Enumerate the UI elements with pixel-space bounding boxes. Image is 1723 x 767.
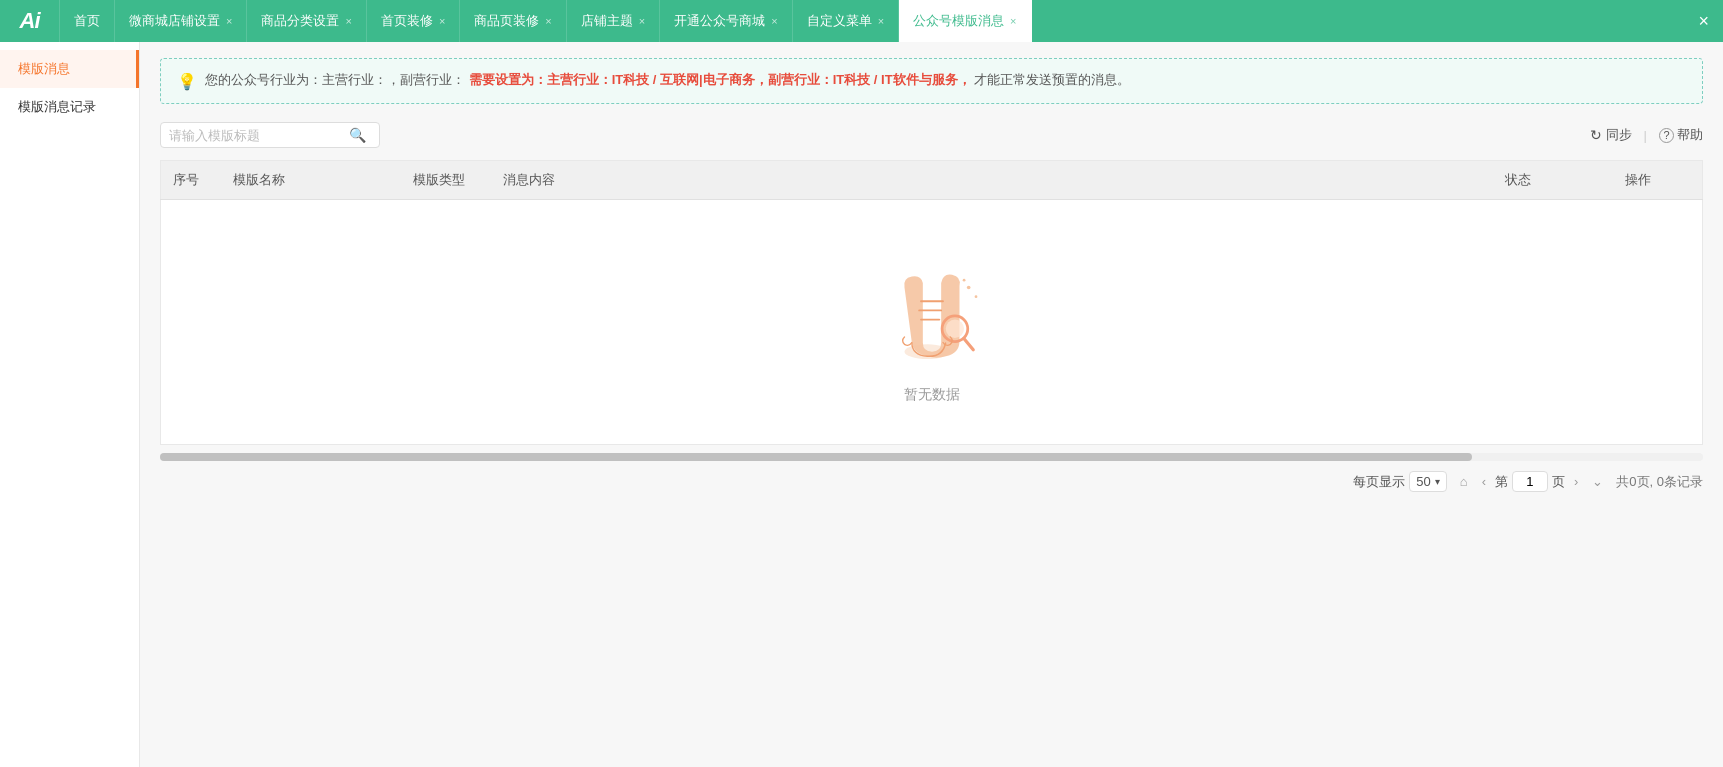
- tab-close-icon[interactable]: ×: [878, 15, 884, 27]
- notice-box: 💡 您的公众号行业为：主营行业：，副营行业： 需要设置为：主营行业：IT科技 /…: [160, 58, 1703, 104]
- notice-icon: 💡: [177, 72, 197, 91]
- search-actions: ↻ 同步 | ? 帮助: [1590, 126, 1703, 144]
- topbar: Ai 首页微商城店铺设置×商品分类设置×首页装修×商品页装修×店铺主题×开通公众…: [0, 0, 1723, 42]
- window-close-button[interactable]: ×: [1684, 0, 1723, 42]
- tab-label: 微商城店铺设置: [129, 12, 220, 30]
- tab-close-icon[interactable]: ×: [226, 15, 232, 27]
- topbar-tab-6[interactable]: 开通公众号商城 ×: [660, 0, 792, 42]
- tab-label: 自定义菜单: [807, 12, 872, 30]
- page-label-pre: 第: [1495, 473, 1508, 491]
- topbar-tab-2[interactable]: 商品分类设置 ×: [247, 0, 366, 42]
- notice-suffix: 才能正常发送预置的消息。: [974, 72, 1130, 87]
- col-header-content: 消息内容: [491, 161, 1493, 200]
- col-header-seq: 序号: [161, 161, 221, 200]
- topbar-tab-5[interactable]: 店铺主题 ×: [567, 0, 660, 42]
- sync-button[interactable]: ↻ 同步: [1590, 126, 1632, 144]
- sidebar-menu: 模版消息模版消息记录: [0, 50, 139, 126]
- svg-point-8: [974, 295, 977, 298]
- tab-label: 商品页装修: [474, 12, 539, 30]
- next-page-button[interactable]: ›: [1569, 472, 1583, 491]
- page-size-value: 50: [1416, 474, 1430, 489]
- tab-label: 开通公众号商城: [674, 12, 765, 30]
- notice-highlight: 需要设置为：主营行业：IT科技 / 互联网|电子商务，副营行业：IT科技 / I…: [469, 72, 971, 87]
- content-area: 💡 您的公众号行业为：主营行业：，副营行业： 需要设置为：主营行业：IT科技 /…: [140, 42, 1723, 767]
- tab-label: 店铺主题: [581, 12, 633, 30]
- horizontal-scrollbar[interactable]: [160, 453, 1703, 461]
- tab-close-icon[interactable]: ×: [545, 15, 551, 27]
- page-size-label: 每页显示: [1353, 473, 1405, 491]
- tab-close-icon[interactable]: ×: [345, 15, 351, 27]
- col-header-type: 模版类型: [401, 161, 491, 200]
- tab-label: 首页装修: [381, 12, 433, 30]
- search-input-wrap[interactable]: 🔍: [160, 122, 380, 148]
- empty-illustration: [877, 260, 987, 370]
- svg-point-9: [962, 279, 965, 282]
- last-page-button[interactable]: ⌄: [1587, 472, 1608, 491]
- empty-state-row: 暂无数据: [161, 200, 1703, 445]
- page-size-dropdown[interactable]: 50 ▾: [1409, 471, 1446, 492]
- topbar-tab-8[interactable]: 公众号模版消息 ×: [899, 0, 1031, 42]
- help-button[interactable]: ? 帮助: [1659, 126, 1703, 144]
- first-page-button[interactable]: ⌂: [1455, 472, 1473, 491]
- tab-close-icon[interactable]: ×: [639, 15, 645, 27]
- sidebar: 模版消息模版消息记录: [0, 42, 140, 767]
- topbar-tab-1[interactable]: 微商城店铺设置 ×: [115, 0, 247, 42]
- sidebar-item-0[interactable]: 模版消息: [0, 50, 139, 88]
- svg-point-7: [966, 286, 970, 290]
- page-nav: ⌂ ‹ 第 页 › ⌄: [1455, 471, 1609, 492]
- topbar-tab-4[interactable]: 商品页装修 ×: [460, 0, 566, 42]
- empty-text: 暂无数据: [904, 386, 960, 404]
- notice-text: 您的公众号行业为：主营行业：，副营行业： 需要设置为：主营行业：IT科技 / 互…: [205, 71, 1130, 89]
- search-input[interactable]: [169, 128, 349, 143]
- page-number-input[interactable]: [1512, 471, 1548, 492]
- prev-page-button[interactable]: ‹: [1477, 472, 1491, 491]
- sync-icon: ↻: [1590, 127, 1602, 143]
- tab-close-icon[interactable]: ×: [439, 15, 445, 27]
- app-logo: Ai: [0, 0, 60, 42]
- help-label: 帮助: [1677, 126, 1703, 144]
- topbar-tab-0[interactable]: 首页: [60, 0, 115, 42]
- notice-prefix: 您的公众号行业为：主营行业：，副营行业：: [205, 72, 465, 87]
- tab-list: 首页微商城店铺设置×商品分类设置×首页装修×商品页装修×店铺主题×开通公众号商城…: [60, 0, 1032, 42]
- topbar-tab-3[interactable]: 首页装修 ×: [367, 0, 460, 42]
- sync-label: 同步: [1606, 126, 1632, 144]
- svg-point-5: [945, 320, 963, 338]
- divider: |: [1644, 128, 1647, 143]
- tab-label: 首页: [74, 12, 100, 30]
- tab-label: 商品分类设置: [261, 12, 339, 30]
- sidebar-item-1[interactable]: 模版消息记录: [0, 88, 139, 126]
- col-header-action: 操作: [1613, 161, 1703, 200]
- tab-close-icon[interactable]: ×: [771, 15, 777, 27]
- tab-close-icon[interactable]: ×: [1010, 15, 1016, 27]
- page-label-post: 页: [1552, 473, 1565, 491]
- col-header-name: 模版名称: [221, 161, 401, 200]
- pagination: 每页显示 50 ▾ ⌂ ‹ 第 页 › ⌄ 共0页, 0条记录: [160, 471, 1703, 492]
- main-layout: 模版消息模版消息记录 💡 您的公众号行业为：主营行业：，副营行业： 需要设置为：…: [0, 42, 1723, 767]
- search-bar: 🔍 ↻ 同步 | ? 帮助: [160, 122, 1703, 148]
- page-size-select: 每页显示 50 ▾: [1353, 471, 1446, 492]
- col-header-status: 状态: [1493, 161, 1613, 200]
- table-header-row: 序号 模版名称 模版类型 消息内容 状态 操作: [161, 161, 1703, 200]
- search-icon[interactable]: 🔍: [349, 127, 366, 143]
- svg-line-6: [964, 339, 973, 350]
- scroll-thumb: [160, 453, 1472, 461]
- total-info: 共0页, 0条记录: [1616, 473, 1703, 491]
- data-table: 序号 模版名称 模版类型 消息内容 状态 操作: [160, 160, 1703, 445]
- dropdown-icon: ▾: [1435, 476, 1440, 487]
- tab-label: 公众号模版消息: [913, 12, 1004, 30]
- topbar-tab-7[interactable]: 自定义菜单 ×: [793, 0, 899, 42]
- help-circle-icon: ?: [1659, 128, 1674, 143]
- empty-state: 暂无数据: [161, 200, 1702, 444]
